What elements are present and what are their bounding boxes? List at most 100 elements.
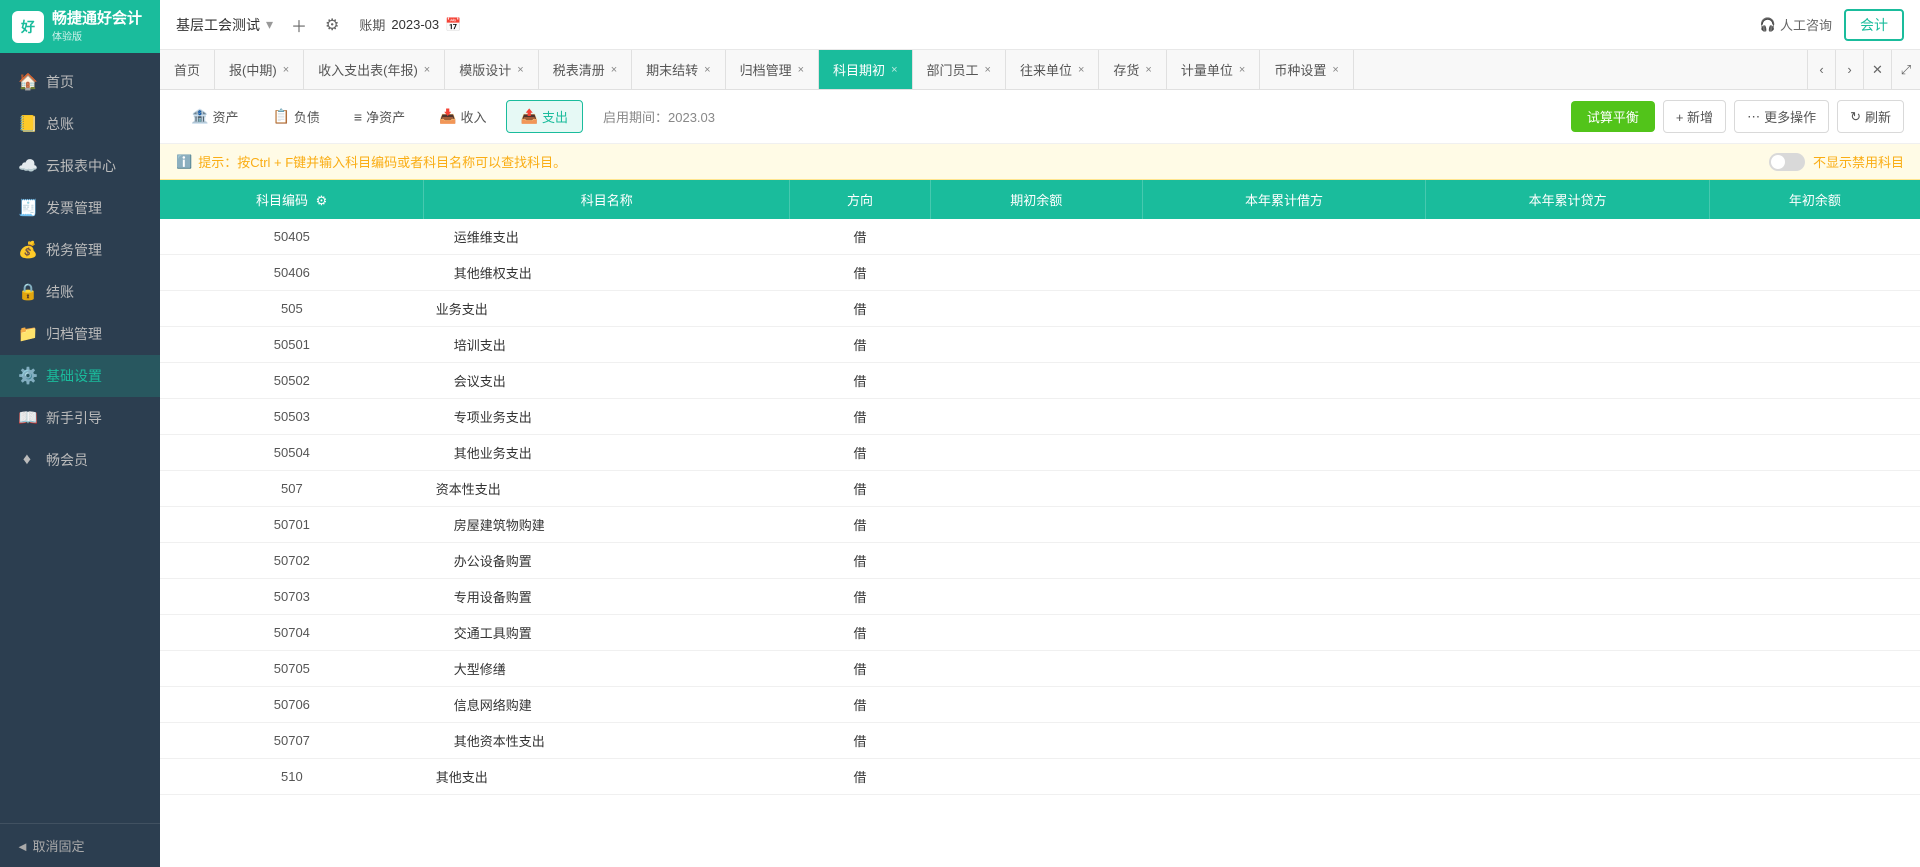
sidebar-item-reports[interactable]: ☁️云报表中心 xyxy=(0,145,160,187)
tab-template[interactable]: 模版设计× xyxy=(445,50,538,89)
cell-opening xyxy=(930,363,1142,399)
sidebar-item-home[interactable]: 🏠首页 xyxy=(0,61,160,103)
filter-icon-asset: 🏦 xyxy=(191,108,208,125)
cell-direction: 借 xyxy=(790,435,930,471)
cell-ytd-credit xyxy=(1426,651,1710,687)
tab-close-archive_mgr[interactable]: × xyxy=(798,64,804,76)
add-btn[interactable]: + 新增 xyxy=(1663,100,1726,133)
col-settings-icon[interactable]: ⚙ xyxy=(316,193,328,208)
sidebar-item-close[interactable]: 🔒结账 xyxy=(0,271,160,313)
filter-tab-asset[interactable]: 🏦资产 xyxy=(176,100,253,133)
cell-ytd-debit xyxy=(1142,291,1426,327)
table-body: 50405 运维维支出 借 50406 其他维权支出 借 505 业务支出 借 … xyxy=(160,219,1920,795)
tab-close-template[interactable]: × xyxy=(517,64,523,76)
tab-prev-btn[interactable]: ‹ xyxy=(1808,50,1836,89)
account-btn[interactable]: 会计 xyxy=(1844,9,1904,41)
sidebar-item-ledger[interactable]: 📒总账 xyxy=(0,103,160,145)
sidebar-icon-archive: 📁 xyxy=(18,324,36,344)
tab-close-income[interactable]: × xyxy=(424,64,430,76)
tab-close-dept[interactable]: × xyxy=(985,64,991,76)
period-display: 启用期间：2023.03 xyxy=(603,107,715,126)
cell-name: 其他支出 xyxy=(424,759,790,795)
company-selector[interactable]: 基层工会测试 ▾ xyxy=(176,15,273,35)
company-settings-icon[interactable]: ⚙ xyxy=(325,15,339,35)
cell-ytd-credit xyxy=(1426,759,1710,795)
tab-unit[interactable]: 计量单位× xyxy=(1167,50,1260,89)
sidebar-item-tax[interactable]: 💰税务管理 xyxy=(0,229,160,271)
tab-close-inventory[interactable]: × xyxy=(1145,64,1151,76)
table-row: 507 资本性支出 借 xyxy=(160,471,1920,507)
more-btn[interactable]: ⋯ 更多操作 xyxy=(1734,100,1829,133)
cell-ytd-credit xyxy=(1426,435,1710,471)
tab-subject_init[interactable]: 科目期初× xyxy=(819,50,912,89)
cell-year-opening xyxy=(1709,255,1920,291)
cell-year-opening xyxy=(1709,435,1920,471)
tab-interim[interactable]: 报(中期)× xyxy=(215,50,304,89)
cell-code: 50504 xyxy=(160,435,424,471)
tab-close-contacts[interactable]: × xyxy=(1078,64,1084,76)
tab-currency[interactable]: 币种设置× xyxy=(1260,50,1353,89)
cell-direction: 借 xyxy=(790,471,930,507)
cell-year-opening xyxy=(1709,507,1920,543)
filter-tab-liability[interactable]: 📋负债 xyxy=(257,100,334,133)
sidebar-item-guide[interactable]: 📖新手引导 xyxy=(0,397,160,439)
sidebar-item-archive[interactable]: 📁归档管理 xyxy=(0,313,160,355)
tab-dept[interactable]: 部门员工 × xyxy=(913,50,1006,89)
sidebar-item-invoice[interactable]: 🧾发票管理 xyxy=(0,187,160,229)
tab-close-all-btn[interactable]: ✕ xyxy=(1864,50,1892,89)
tab-period_end[interactable]: 期末结转× xyxy=(632,50,725,89)
tab-label-dept: 部门员工 xyxy=(927,60,979,79)
cell-ytd-debit xyxy=(1142,579,1426,615)
table-row: 50703 专用设备购置 借 xyxy=(160,579,1920,615)
filter-tab-expense[interactable]: 📤支出 xyxy=(506,100,583,133)
tab-label-home: 首页 xyxy=(174,60,200,79)
hint-toggle-group: 不显示禁用科目 xyxy=(1769,152,1904,171)
hint-bar: ℹ️ 提示：按Ctrl + F键并输入科目编码或者科目名称可以查找科目。 不显示… xyxy=(160,144,1920,180)
filter-tab-net_asset[interactable]: ≡净资产 xyxy=(339,100,420,133)
cell-direction: 借 xyxy=(790,579,930,615)
tab-close-unit[interactable]: × xyxy=(1239,64,1245,76)
help-btn[interactable]: 🎧 人工咨询 xyxy=(1760,15,1832,34)
tab-tax[interactable]: 税表清册× xyxy=(539,50,632,89)
tab-inventory[interactable]: 存货× xyxy=(1099,50,1166,89)
sidebar-item-settings[interactable]: ⚙️基础设置 xyxy=(0,355,160,397)
cell-direction: 借 xyxy=(790,723,930,759)
app-name: 畅捷通好会计 xyxy=(52,10,142,28)
tab-close-subject_init[interactable]: × xyxy=(891,64,897,76)
main-area: 基层工会测试 ▾ ＋ ⚙ 账期 2023-03 📅 🎧 人工咨询 会计 首页报(… xyxy=(160,0,1920,867)
cell-name: 资本性支出 xyxy=(424,471,790,507)
cell-direction: 借 xyxy=(790,615,930,651)
tab-contacts[interactable]: 往来单位× xyxy=(1006,50,1099,89)
sidebar-icon-guide: 📖 xyxy=(18,408,36,428)
cell-ytd-debit xyxy=(1142,723,1426,759)
tab-next-btn[interactable]: › xyxy=(1836,50,1864,89)
tab-close-tax[interactable]: × xyxy=(611,64,617,76)
company-dropdown-icon[interactable]: ▾ xyxy=(266,16,273,33)
tab-close-currency[interactable]: × xyxy=(1332,64,1338,76)
tab-close-period_end[interactable]: × xyxy=(704,64,710,76)
tab-income[interactable]: 收入支出表(年报)× xyxy=(304,50,445,89)
cell-code: 50501 xyxy=(160,327,424,363)
tab-close-interim[interactable]: × xyxy=(283,64,289,76)
cell-code: 50701 xyxy=(160,507,424,543)
sidebar-collapse-btn[interactable]: ◄ 取消固定 xyxy=(0,823,160,867)
tab-expand-btn[interactable]: ⤢ xyxy=(1892,50,1920,89)
refresh-btn[interactable]: ↻ 刷新 xyxy=(1837,100,1904,133)
filter-tab-income[interactable]: 📥收入 xyxy=(424,100,501,133)
tab-archive_mgr[interactable]: 归档管理× xyxy=(726,50,819,89)
disabled-subject-toggle[interactable] xyxy=(1769,153,1805,171)
add-company-btn[interactable]: ＋ xyxy=(285,11,313,39)
cell-year-opening xyxy=(1709,723,1920,759)
cell-ytd-debit xyxy=(1142,687,1426,723)
period-label: 账期 xyxy=(359,15,385,34)
cell-year-opening xyxy=(1709,471,1920,507)
tab-home[interactable]: 首页 xyxy=(160,50,215,89)
sidebar-icon-ledger: 📒 xyxy=(18,114,36,134)
calendar-icon[interactable]: 📅 xyxy=(445,17,461,33)
sidebar-item-member[interactable]: ♦畅会员 xyxy=(0,439,160,481)
col-ytd-debit: 本年累计借方 xyxy=(1142,180,1426,219)
table-row: 50502 会议支出 借 xyxy=(160,363,1920,399)
cell-ytd-credit xyxy=(1426,615,1710,651)
calc-balance-btn[interactable]: 试算平衡 xyxy=(1571,101,1655,132)
cell-ytd-credit xyxy=(1426,219,1710,255)
